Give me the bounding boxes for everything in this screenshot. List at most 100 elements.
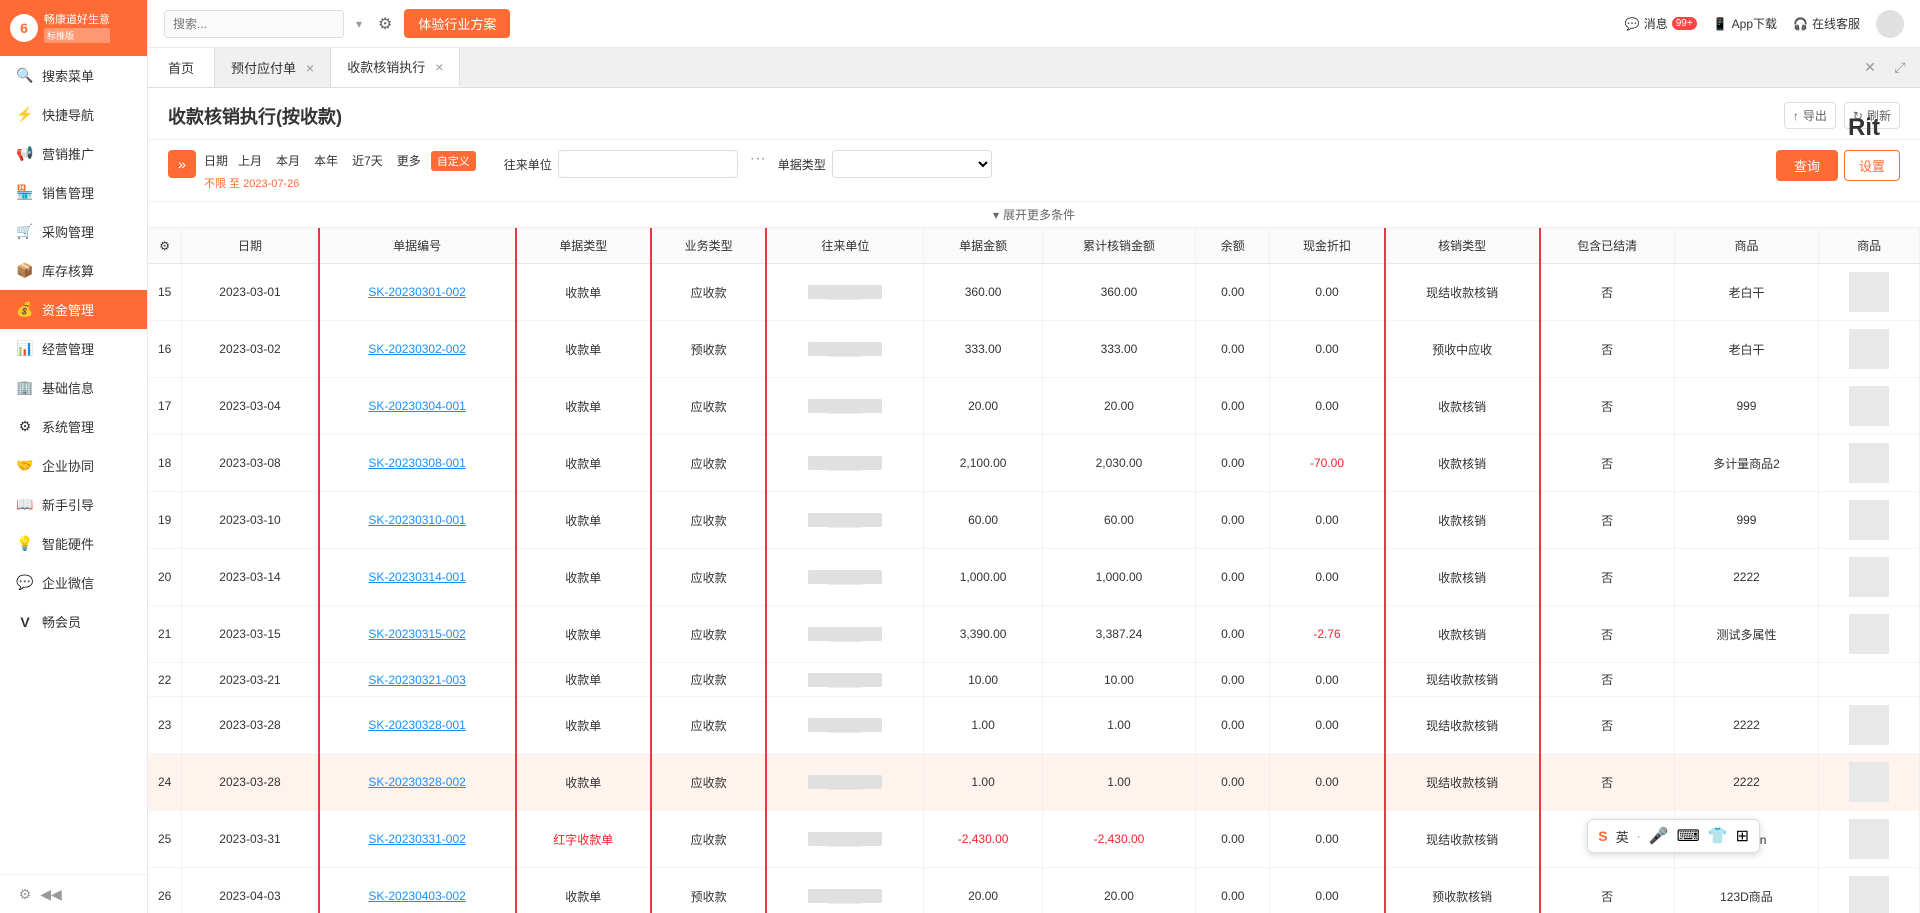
bill-no-link[interactable]: SK-20230308-001	[368, 456, 465, 470]
export-button[interactable]: ↑ 导出	[1784, 102, 1836, 129]
ime-mic-icon[interactable]: 🎤	[1649, 826, 1669, 846]
sidebar-item-purchase[interactable]: 🛒 采购管理	[0, 212, 147, 251]
ime-keyboard-icon[interactable]: ⌨	[1677, 826, 1700, 846]
topbar-settings-icon[interactable]: ⚙	[378, 14, 392, 34]
cell-total: 1,000.00	[1042, 549, 1195, 606]
bill-no-link[interactable]: SK-20230321-003	[368, 673, 465, 687]
message-button[interactable]: 💬 消息 99+	[1625, 15, 1697, 32]
tab-close-all-icon[interactable]: ✕	[1858, 56, 1882, 80]
tab-prepay[interactable]: 预付应付单 ×	[215, 48, 331, 87]
cell-bill-no: SK-20230328-002	[319, 754, 516, 811]
filter-settings-button[interactable]: 设置	[1844, 150, 1900, 181]
sidebar-item-operations[interactable]: 📊 经营管理	[0, 329, 147, 368]
sidebar-item-wechat[interactable]: 💬 企业微信	[0, 563, 147, 602]
bill-no-link[interactable]: SK-20230331-002	[368, 832, 465, 846]
cell-no: 18	[148, 435, 182, 492]
cell-product: 测试多属性	[1674, 606, 1819, 663]
cell-biz-type: 应收款	[651, 549, 767, 606]
filter-this-month[interactable]: 本月	[272, 150, 304, 171]
ime-shirt-icon[interactable]: 👕	[1708, 826, 1728, 846]
sidebar-item-sales[interactable]: 🏪 销售管理	[0, 173, 147, 212]
cell-total: 360.00	[1042, 264, 1195, 321]
cell-product: 2222	[1674, 754, 1819, 811]
sidebar-item-system[interactable]: ⚙ 系统管理	[0, 407, 147, 446]
sidebar-item-search[interactable]: 🔍 搜索菜单	[0, 56, 147, 95]
phone-icon: 📱	[1713, 17, 1728, 31]
sidebar-item-hardware[interactable]: 💡 智能硬件	[0, 524, 147, 563]
sidebar-item-vip[interactable]: V 畅会员	[0, 602, 147, 641]
tab-verify-close[interactable]: ×	[435, 59, 443, 75]
cell-total: 60.00	[1042, 492, 1195, 549]
user-avatar[interactable]	[1876, 10, 1904, 38]
sidebar-item-inventory[interactable]: 📦 库存核算	[0, 251, 147, 290]
cell-bill-no: SK-20230310-001	[319, 492, 516, 549]
sidebar-item-collab[interactable]: 🤝 企业协同	[0, 446, 147, 485]
cell-no: 21	[148, 606, 182, 663]
th-amount: 单据金额	[924, 228, 1042, 264]
industry-solution-button[interactable]: 体验行业方案	[404, 9, 510, 38]
cell-discount: 0.00	[1270, 264, 1385, 321]
search-dropdown-icon[interactable]: ▾	[356, 17, 362, 31]
cell-balance: 0.00	[1196, 663, 1270, 697]
ime-grid-icon[interactable]: ⊞	[1736, 826, 1749, 846]
table-row: 15 2023-03-01 SK-20230301-002 收款单 应收款 ██…	[148, 264, 1920, 321]
cell-included: 否	[1540, 435, 1674, 492]
cell-product: 2222	[1674, 697, 1819, 754]
cell-verify-type: 现结收款核销	[1385, 264, 1540, 321]
sidebar-item-finance[interactable]: 💰 资金管理	[0, 290, 147, 329]
bill-no-link[interactable]: SK-20230328-002	[368, 775, 465, 789]
query-button[interactable]: 查询	[1776, 150, 1838, 181]
partner-label: 往来单位	[504, 156, 552, 173]
app-download-button[interactable]: 📱 App下载	[1713, 15, 1777, 32]
bill-no-link[interactable]: SK-20230302-002	[368, 342, 465, 356]
tab-maximize-icon[interactable]: ⤢	[1888, 56, 1912, 80]
global-search-input[interactable]	[164, 10, 344, 38]
cell-total: 1.00	[1042, 697, 1195, 754]
sidebar-item-basic[interactable]: 🏢 基础信息	[0, 368, 147, 407]
cell-included: 否	[1540, 697, 1674, 754]
tab-prepay-close[interactable]: ×	[306, 60, 314, 76]
online-service-button[interactable]: 🎧 在线客服	[1793, 15, 1860, 32]
sidebar-item-marketing[interactable]: 📢 营销推广	[0, 134, 147, 173]
filter-more-dates[interactable]: 更多	[393, 150, 425, 171]
filter-custom-button[interactable]: 自定义	[431, 151, 476, 171]
expand-button[interactable]: ▾ 展开更多条件	[993, 206, 1075, 223]
sidebar-item-guide[interactable]: 📖 新手引导	[0, 485, 147, 524]
bill-no-link[interactable]: SK-20230301-002	[368, 285, 465, 299]
gear-settings-icon[interactable]: ⚙	[159, 239, 170, 253]
filter-this-year[interactable]: 本年	[310, 150, 342, 171]
cell-verify-type: 预收款核销	[1385, 868, 1540, 913]
th-bill-no: 单据编号	[319, 228, 516, 264]
cell-biz-type: 应收款	[651, 606, 767, 663]
bill-type-select[interactable]	[832, 150, 992, 178]
collab-icon: 🤝	[16, 457, 34, 475]
bill-no-link[interactable]: SK-20230310-001	[368, 513, 465, 527]
bill-no-link[interactable]: SK-20230304-001	[368, 399, 465, 413]
partner-input[interactable]	[558, 150, 738, 178]
cell-date: 2023-04-03	[182, 868, 319, 913]
cell-product2	[1819, 321, 1920, 378]
th-product: 商品	[1674, 228, 1819, 264]
filter-7-days[interactable]: 近7天	[348, 150, 387, 171]
settings-icon[interactable]: ⚙	[16, 885, 34, 903]
filter-last-month[interactable]: 上月	[234, 150, 266, 171]
cell-verify-type: 收款核销	[1385, 492, 1540, 549]
cell-discount: -70.00	[1270, 435, 1385, 492]
tab-verify[interactable]: 收款核销执行 ×	[331, 48, 460, 87]
bill-no-link[interactable]: SK-20230314-001	[368, 570, 465, 584]
tab-home[interactable]: 首页	[148, 48, 215, 87]
bill-no-link[interactable]: SK-20230403-002	[368, 889, 465, 903]
export-icon: ↑	[1793, 109, 1799, 123]
cell-product: 123D商品	[1674, 868, 1819, 913]
bill-no-link[interactable]: SK-20230328-001	[368, 718, 465, 732]
date-label: 日期	[204, 152, 228, 169]
filter-toggle-button[interactable]: »	[168, 150, 196, 178]
cell-discount: 0.00	[1270, 321, 1385, 378]
cell-balance: 0.00	[1196, 435, 1270, 492]
collapse-icon[interactable]: ◀◀	[42, 885, 60, 903]
bill-no-link[interactable]: SK-20230315-002	[368, 627, 465, 641]
cell-amount: 333.00	[924, 321, 1042, 378]
ime-logo: S	[1598, 828, 1607, 844]
cell-discount: 0.00	[1270, 378, 1385, 435]
sidebar-item-quicknav[interactable]: ⚡ 快捷导航	[0, 95, 147, 134]
